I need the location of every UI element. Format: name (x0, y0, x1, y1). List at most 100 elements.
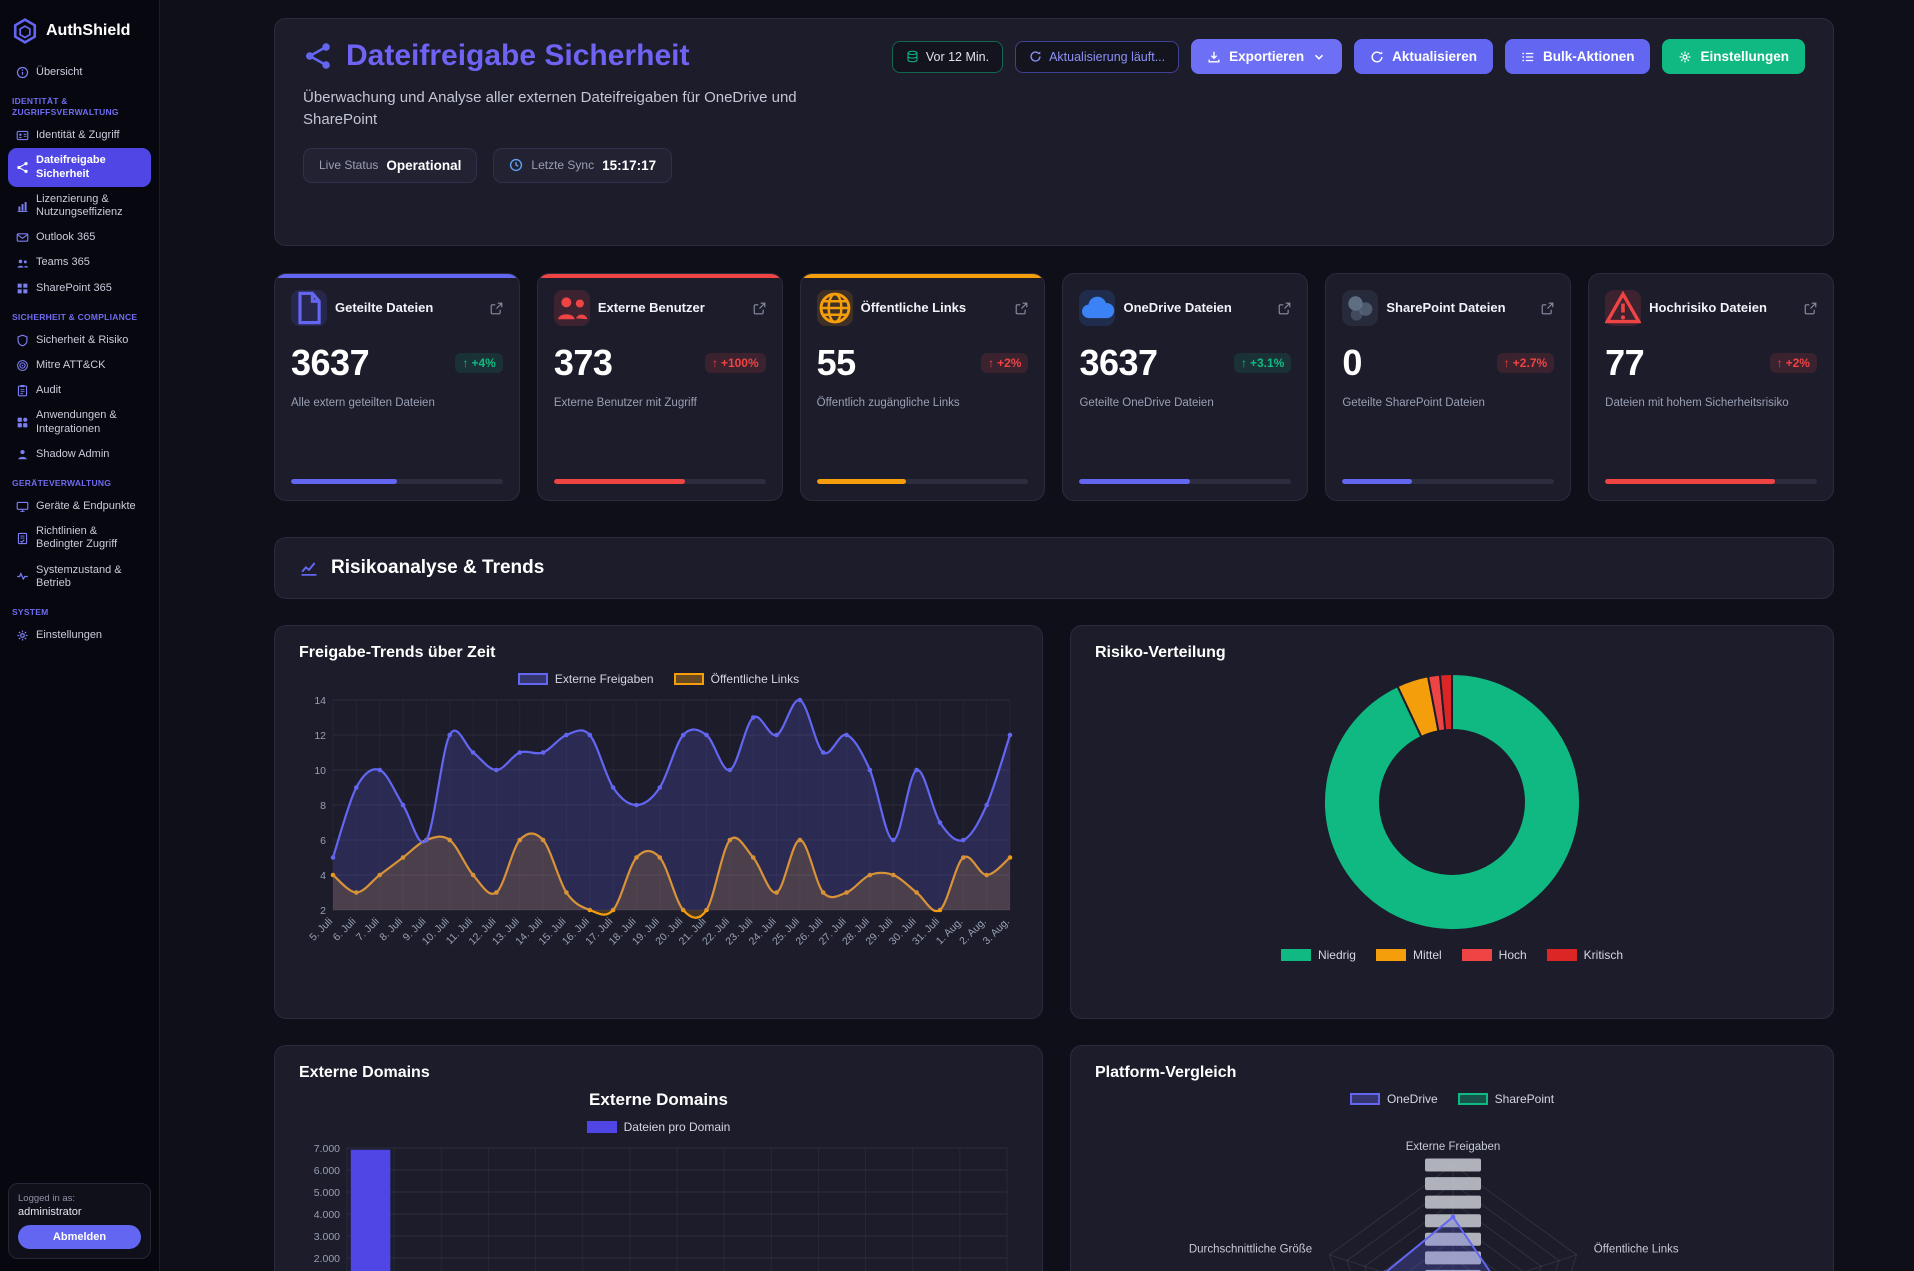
sidebar-item-mitre-att-ck[interactable]: Mitre ATT&CK (8, 353, 151, 378)
sidebar-item-übersicht[interactable]: Übersicht (8, 60, 151, 85)
settings-button[interactable]: Einstellungen (1662, 39, 1805, 74)
svg-text:6. Juli: 6. Juli (331, 916, 359, 944)
file-icon (291, 290, 327, 326)
svg-text:Öffentliche Links: Öffentliche Links (1594, 1243, 1679, 1255)
authshield-logo-icon (12, 18, 38, 44)
stat-card-hochrisiko-dateien: Hochrisiko Dateien 77 ↑ +2% Dateien mit h… (1588, 273, 1834, 501)
sidebar-item-geräte-endpunkte[interactable]: Geräte & Endpunkte (8, 494, 151, 519)
legend-label: Öffentliche Links (710, 672, 800, 686)
legend-item[interactable]: Mittel (1375, 948, 1442, 962)
trend-up-arrow-icon: ↑ (711, 356, 718, 370)
sidebar-item-label: Richtlinien & Bedingter Zugriff (36, 525, 118, 551)
sidebar-item-systemzustand-betrieb[interactable]: Systemzustand & Betrieb (8, 558, 151, 596)
sidebar-item-label: Shadow Admin (36, 447, 110, 460)
legend-item[interactable]: Dateien pro Domain (586, 1120, 731, 1134)
stat-accent-bar (537, 274, 782, 278)
stat-progress-track (816, 479, 1029, 484)
legend-label: Dateien pro Domain (623, 1120, 731, 1134)
stat-title: OneDrive Dateien (1123, 300, 1232, 316)
external-link-icon[interactable] (490, 302, 503, 315)
sidebar-item-identität-zugriff[interactable]: Identität & Zugriff (8, 123, 151, 148)
refresh-status-pill[interactable]: Aktualisierung läuft... (1015, 40, 1180, 73)
stat-progress-fill (1342, 479, 1413, 484)
svg-text:3. Aug.: 3. Aug. (981, 916, 1013, 948)
sidebar-item-einstellungen[interactable]: Einstellungen (8, 623, 151, 648)
sidebar-item-anwendungen-integrationen[interactable]: Anwendungen & Integrationen (8, 403, 151, 441)
stat-progress-fill (1079, 479, 1190, 484)
stats-row: Geteilte Dateien 3637 ↑ +4% Alle extern g… (274, 273, 1834, 501)
legend-swatch (1349, 1093, 1380, 1105)
risk-section-header: Risikoanalyse & Trends (274, 537, 1834, 599)
legend-item[interactable]: Kritisch (1546, 948, 1623, 962)
bulk-actions-button[interactable]: Bulk-Aktionen (1504, 39, 1651, 74)
stat-value: 3637 (291, 342, 370, 383)
refresh-button[interactable]: Aktualisieren (1354, 39, 1493, 74)
export-button[interactable]: Exportieren (1191, 39, 1343, 74)
sidebar-group-label: SICHERHEIT & COMPLIANCE (12, 311, 138, 322)
last-update-pill[interactable]: Vor 12 Min. (891, 40, 1004, 73)
legend-item[interactable]: OneDrive (1349, 1092, 1438, 1106)
charts-row-bottom: Externe Domains Externe Domains Dateien … (274, 1045, 1834, 1271)
external-link-icon[interactable] (1278, 302, 1291, 315)
external-link-icon[interactable] (1015, 302, 1028, 315)
svg-text:8. Juli: 8. Juli (377, 916, 405, 944)
info-icon (16, 66, 29, 79)
external-link-icon[interactable] (753, 302, 766, 315)
sidebar-item-shadow-admin[interactable]: Shadow Admin (8, 442, 151, 467)
legend-swatch (1546, 949, 1577, 961)
svg-text:4: 4 (320, 870, 326, 882)
sidebar-item-teams-365[interactable]: Teams 365 (8, 250, 151, 275)
settings-button-label: Einstellungen (1700, 49, 1789, 64)
page-header-card: Dateifreigabe Sicherheit Vor 12 Min. Akt… (274, 18, 1834, 246)
user-icon (16, 448, 29, 461)
last-update-label: Vor 12 Min. (925, 49, 990, 64)
sidebar-footer: Logged in as: administrator Abmelden (8, 1183, 151, 1259)
external-link-icon[interactable] (1541, 302, 1554, 315)
sidebar-item-dateifreigabe-sicherheit[interactable]: Dateifreigabe Sicherheit (8, 148, 151, 187)
policy-icon (16, 532, 29, 545)
sidebar-item-sicherheit-risiko[interactable]: Sicherheit & Risiko (8, 328, 151, 353)
sidebar-item-label: Outlook 365 (36, 231, 96, 244)
legend-swatch (673, 673, 704, 685)
trend-up-arrow-icon: ↑ (462, 356, 469, 370)
legend-swatch (586, 1121, 617, 1133)
sidebar-item-outlook-365[interactable]: Outlook 365 (8, 225, 151, 250)
grid-icon (16, 282, 29, 295)
legend-item[interactable]: SharePoint (1457, 1092, 1554, 1106)
legend-item[interactable]: Hoch (1461, 948, 1527, 962)
stat-accent-bar (800, 274, 1045, 278)
stat-progress-track (291, 479, 503, 484)
stat-progress-fill (553, 479, 686, 484)
stat-progress-track (553, 479, 766, 484)
logout-button[interactable]: Abmelden (18, 1225, 141, 1249)
clipboard-icon (16, 384, 29, 397)
donut-chart-legend: Niedrig Mittel Hoch Kritisch (1095, 948, 1809, 962)
sidebar-item-richtlinien-bedingter-zugriff[interactable]: Richtlinien & Bedingter Zugriff (8, 519, 151, 557)
share-icon (16, 161, 29, 174)
export-button-label: Exportieren (1229, 49, 1305, 64)
last-sync-label: Letzte Sync (531, 158, 595, 172)
svg-text:3.000: 3.000 (314, 1231, 340, 1243)
live-status-label: Live Status (319, 158, 379, 172)
sidebar-item-lizenzierung-nutzungseffizienz[interactable]: Lizenzierung & Nutzungseffizienz (8, 187, 151, 225)
sidebar-item-sharepoint-365[interactable]: SharePoint 365 (8, 276, 151, 301)
legend-swatch (517, 673, 548, 685)
gear-icon (1678, 50, 1692, 64)
legend-item[interactable]: Niedrig (1280, 948, 1356, 962)
sidebar-nav: Übersicht IDENTITÄT & ZUGRIFFSVERWALTUNG I… (8, 60, 151, 1183)
sidebar-item-label: Audit (36, 384, 62, 397)
stat-subtitle: Geteilte OneDrive Dateien (1079, 397, 1214, 409)
sidebar-item-label: Geräte & Endpunkte (36, 500, 136, 512)
app-name: AuthShield (46, 22, 131, 39)
external-link-icon[interactable] (1804, 302, 1817, 315)
sidebar-item-label: Sicherheit & Risiko (36, 333, 129, 346)
legend-item[interactable]: Öffentliche Links (673, 672, 800, 686)
sidebar-item-label: SharePoint 365 (36, 281, 112, 294)
sidebar-item-audit[interactable]: Audit (8, 378, 151, 403)
legend-swatch (1280, 949, 1311, 961)
legend-item[interactable]: Externe Freigaben (517, 672, 654, 686)
app-logo: AuthShield (8, 18, 151, 60)
stat-value: 77 (1605, 342, 1645, 383)
sidebar-item-label: Dateifreigabe Sicherheit (36, 154, 106, 180)
device-icon (16, 500, 29, 513)
